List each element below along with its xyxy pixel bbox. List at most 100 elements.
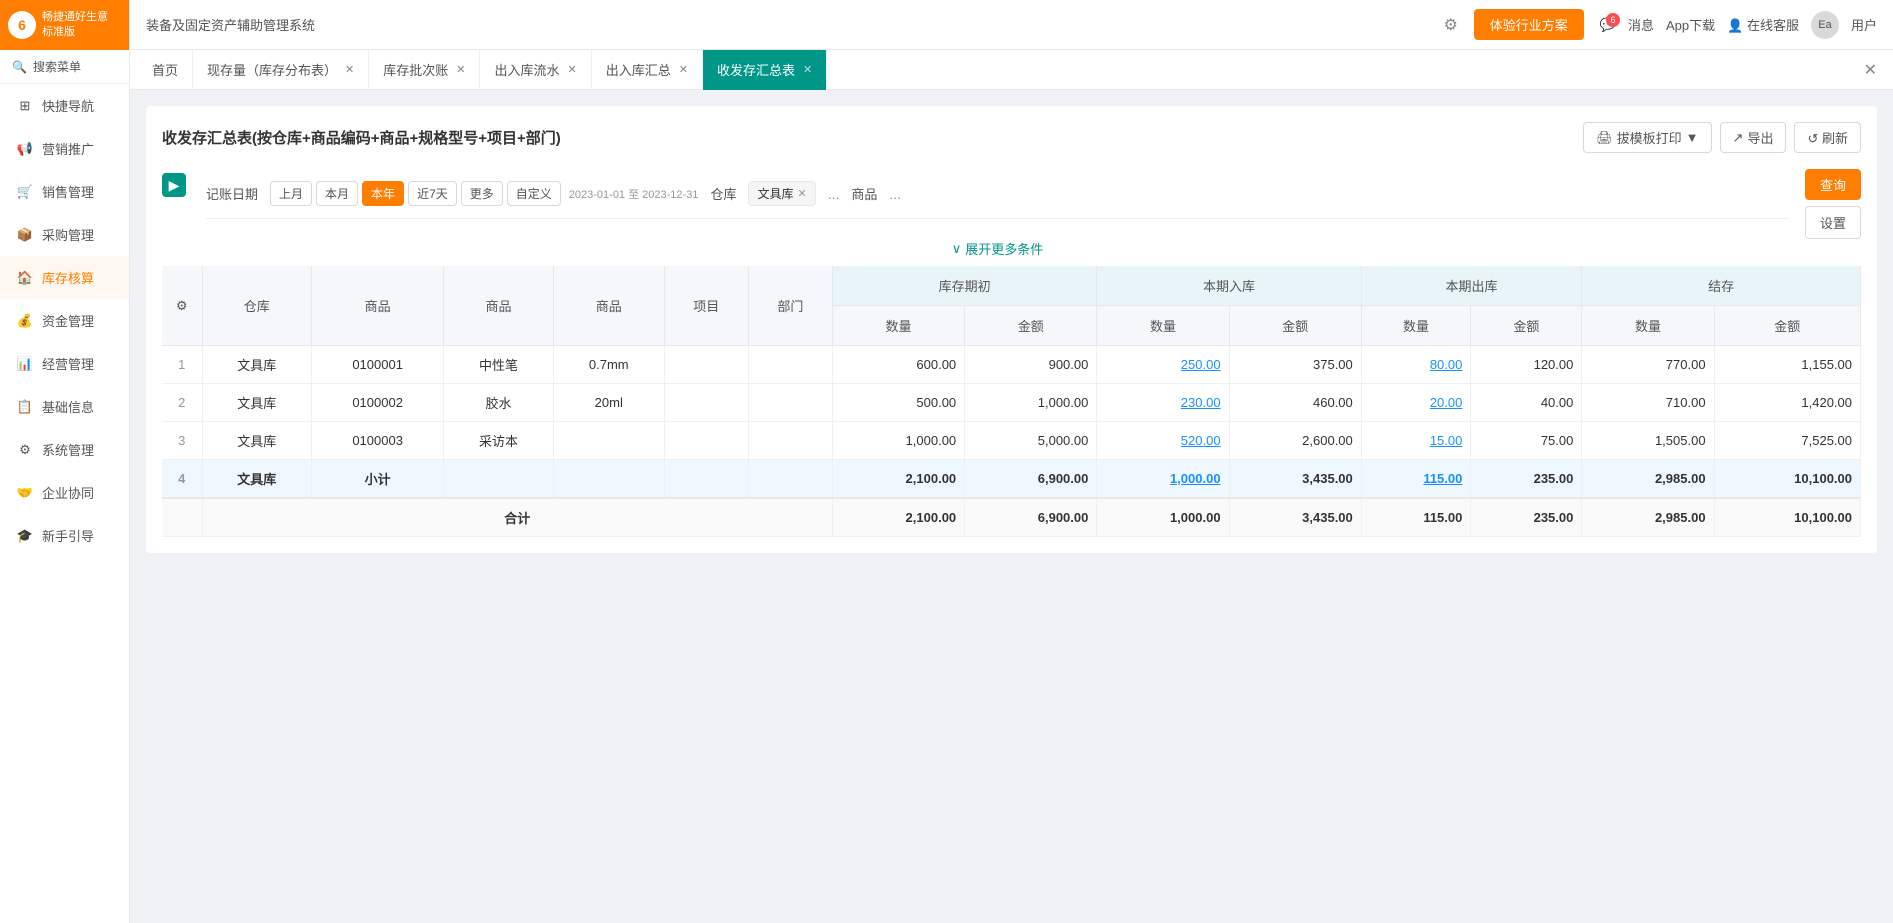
tab-bar-close-btn[interactable]: ✕ xyxy=(1856,60,1885,80)
tab-flow-close[interactable]: ✕ xyxy=(568,63,577,76)
export-button[interactable]: ↗ 导出 xyxy=(1720,122,1787,153)
main-card: 收发存汇总表(按仓库+商品编码+商品+规格型号+项目+部门) 🖨 拔模板打印 ▼… xyxy=(146,106,1877,553)
tab-stock-dist-close[interactable]: ✕ xyxy=(345,63,354,76)
query-button[interactable]: 查询 xyxy=(1805,169,1861,200)
row-name: 胶水 xyxy=(444,384,554,422)
subtotal-out-qty[interactable]: 115.00 xyxy=(1361,460,1471,499)
header-settings-button[interactable]: ⚙ xyxy=(1443,15,1457,35)
messages-badge[interactable]: 💬6 xyxy=(1600,17,1616,33)
date-btn-last-month[interactable]: 上月 xyxy=(270,181,312,206)
system-icon: ⚙ xyxy=(16,441,34,459)
experience-button[interactable]: 体验行业方案 xyxy=(1474,9,1584,40)
subtotal-empty4 xyxy=(748,460,832,499)
th-project: 项目 xyxy=(664,266,748,346)
date-btn-7days[interactable]: 近7天 xyxy=(408,181,457,206)
tab-summary[interactable]: 出入库汇总 ✕ xyxy=(592,50,703,90)
sidebar-item-enterprise[interactable]: 🤝 企业协同 xyxy=(0,471,129,514)
sidebar-item-label: 快捷导航 xyxy=(42,96,94,115)
date-btn-this-year[interactable]: 本年 xyxy=(362,181,404,206)
enterprise-icon: 🤝 xyxy=(16,484,34,502)
date-range: 2023-01-01 至 2023-12-31 xyxy=(569,186,699,202)
date-btn-more[interactable]: 更多 xyxy=(461,181,503,206)
sales-icon: 🛒 xyxy=(16,183,34,201)
row-in-amt: 460.00 xyxy=(1229,384,1361,422)
sidebar-item-guide[interactable]: 🎓 新手引导 xyxy=(0,514,129,557)
goods-more-options[interactable]: ... xyxy=(889,186,901,202)
warehouse-tag-close[interactable]: ✕ xyxy=(797,187,806,200)
tab-recv-send[interactable]: 收发存汇总表 ✕ xyxy=(703,50,827,90)
page-content: 收发存汇总表(按仓库+商品编码+商品+规格型号+项目+部门) 🖨 拔模板打印 ▼… xyxy=(130,90,1893,923)
sidebar-item-purchase[interactable]: 📦 采购管理 xyxy=(0,213,129,256)
date-btn-custom[interactable]: 自定义 xyxy=(507,181,561,206)
header-actions: ⚙ 体验行业方案 💬6 消息 App下载 👤 在线客服 Ea 用户 xyxy=(1443,9,1877,40)
date-group: 上月 本月 本年 近7天 更多 自定义 2023-01-01 至 2023-12… xyxy=(270,181,698,206)
print-button[interactable]: 🖨 拔模板打印 ▼ xyxy=(1583,122,1711,153)
logo-icon: 6 xyxy=(8,11,36,39)
tab-recv-send-close[interactable]: ✕ xyxy=(803,63,812,76)
date-btn-this-month[interactable]: 本月 xyxy=(316,181,358,206)
refresh-button[interactable]: ↺ 刷新 xyxy=(1794,122,1861,153)
app-download-link[interactable]: App下载 xyxy=(1666,15,1715,34)
sidebar-item-label: 企业协同 xyxy=(42,483,94,502)
sidebar-item-system[interactable]: ⚙ 系统管理 xyxy=(0,428,129,471)
sidebar-item-basic-info[interactable]: 📋 基础信息 xyxy=(0,385,129,428)
sidebar-item-label: 采购管理 xyxy=(42,225,94,244)
subtotal-out-amt: 235.00 xyxy=(1471,460,1582,499)
chevron-down-icon: ∨ xyxy=(952,241,962,257)
tab-stock-dist[interactable]: 现存量（库存分布表） ✕ xyxy=(193,50,369,90)
th-in-amt: 金额 xyxy=(1229,306,1361,346)
row-open-amt: 1,000.00 xyxy=(965,384,1097,422)
table-row: 3 文具库 0100003 采访本 1,000.00 5,000.00 520.… xyxy=(162,422,1861,460)
filter-setting-button[interactable]: 设置 xyxy=(1805,206,1861,239)
table-settings-header[interactable]: ⚙ xyxy=(162,266,202,346)
tab-flow-label: 出入库流水 xyxy=(494,60,559,79)
warehouse-tag-text: 文具库 xyxy=(757,185,793,202)
header-user-area: 💬6 消息 App下载 👤 在线客服 Ea 用户 xyxy=(1600,11,1877,39)
subtotal-label: 小计 xyxy=(312,460,444,499)
sidebar-item-sales[interactable]: 🛒 销售管理 xyxy=(0,170,129,213)
sidebar-search-item[interactable]: 🔍 搜索菜单 xyxy=(0,50,129,84)
tab-home[interactable]: 首页 xyxy=(138,50,193,90)
avatar[interactable]: Ea xyxy=(1811,11,1839,39)
sidebar-item-quick-nav[interactable]: ⊞ 快捷导航 xyxy=(0,84,129,127)
main-content: 装备及固定资产辅助管理系统 ⚙ 体验行业方案 💬6 消息 App下载 👤 在线客… xyxy=(130,0,1893,923)
sidebar-item-marketing[interactable]: 📢 营销推广 xyxy=(0,127,129,170)
row-out-amt: 40.00 xyxy=(1471,384,1582,422)
row-spec: 20ml xyxy=(553,384,664,422)
th-out-group: 本期出库 xyxy=(1361,266,1582,306)
tab-batch-ledger-close[interactable]: ✕ xyxy=(456,63,465,76)
row-in-qty[interactable]: 250.00 xyxy=(1097,346,1229,384)
operations-icon: 📊 xyxy=(16,355,34,373)
warehouse-more-options[interactable]: ... xyxy=(828,186,840,202)
row-in-qty[interactable]: 230.00 xyxy=(1097,384,1229,422)
row-number: 2 xyxy=(162,384,202,422)
row-close-qty: 1,505.00 xyxy=(1582,422,1714,460)
row-out-amt: 75.00 xyxy=(1471,422,1582,460)
export-icon: ↗ xyxy=(1733,130,1744,146)
subtotal-number: 4 xyxy=(162,460,202,499)
sidebar-item-operations[interactable]: 📊 经营管理 xyxy=(0,342,129,385)
subtotal-in-qty[interactable]: 1,000.00 xyxy=(1097,460,1229,499)
purchase-icon: 📦 xyxy=(16,226,34,244)
sidebar-item-inventory[interactable]: 🏠 库存核算 xyxy=(0,256,129,299)
filter-toggle[interactable]: ▶ xyxy=(162,173,190,197)
row-out-qty[interactable]: 80.00 xyxy=(1361,346,1471,384)
sidebar-item-finance[interactable]: 💰 资金管理 xyxy=(0,299,129,342)
filter-arrow-icon[interactable]: ▶ xyxy=(162,173,186,197)
row-out-qty[interactable]: 20.00 xyxy=(1361,384,1471,422)
tab-flow[interactable]: 出入库流水 ✕ xyxy=(480,50,591,90)
row-in-qty[interactable]: 520.00 xyxy=(1097,422,1229,460)
online-service-link[interactable]: 👤 在线客服 xyxy=(1727,15,1799,34)
table-row: 1 文具库 0100001 中性笔 0.7mm 600.00 900.00 25… xyxy=(162,346,1861,384)
tab-home-label: 首页 xyxy=(152,60,178,79)
sidebar-item-label: 基础信息 xyxy=(42,397,94,416)
row-out-qty[interactable]: 15.00 xyxy=(1361,422,1471,460)
subtotal-open-amt: 6,900.00 xyxy=(965,460,1097,499)
filter-expand-row[interactable]: ∨ 展开更多条件 xyxy=(206,231,1789,266)
tab-summary-close[interactable]: ✕ xyxy=(679,63,688,76)
home-icon: ⊞ xyxy=(16,97,34,115)
total-out-amt: 235.00 xyxy=(1471,498,1582,537)
th-closing-group: 结存 xyxy=(1582,266,1861,306)
th-goods-spec: 商品 xyxy=(553,266,664,346)
tab-batch-ledger[interactable]: 库存批次账 ✕ xyxy=(369,50,480,90)
